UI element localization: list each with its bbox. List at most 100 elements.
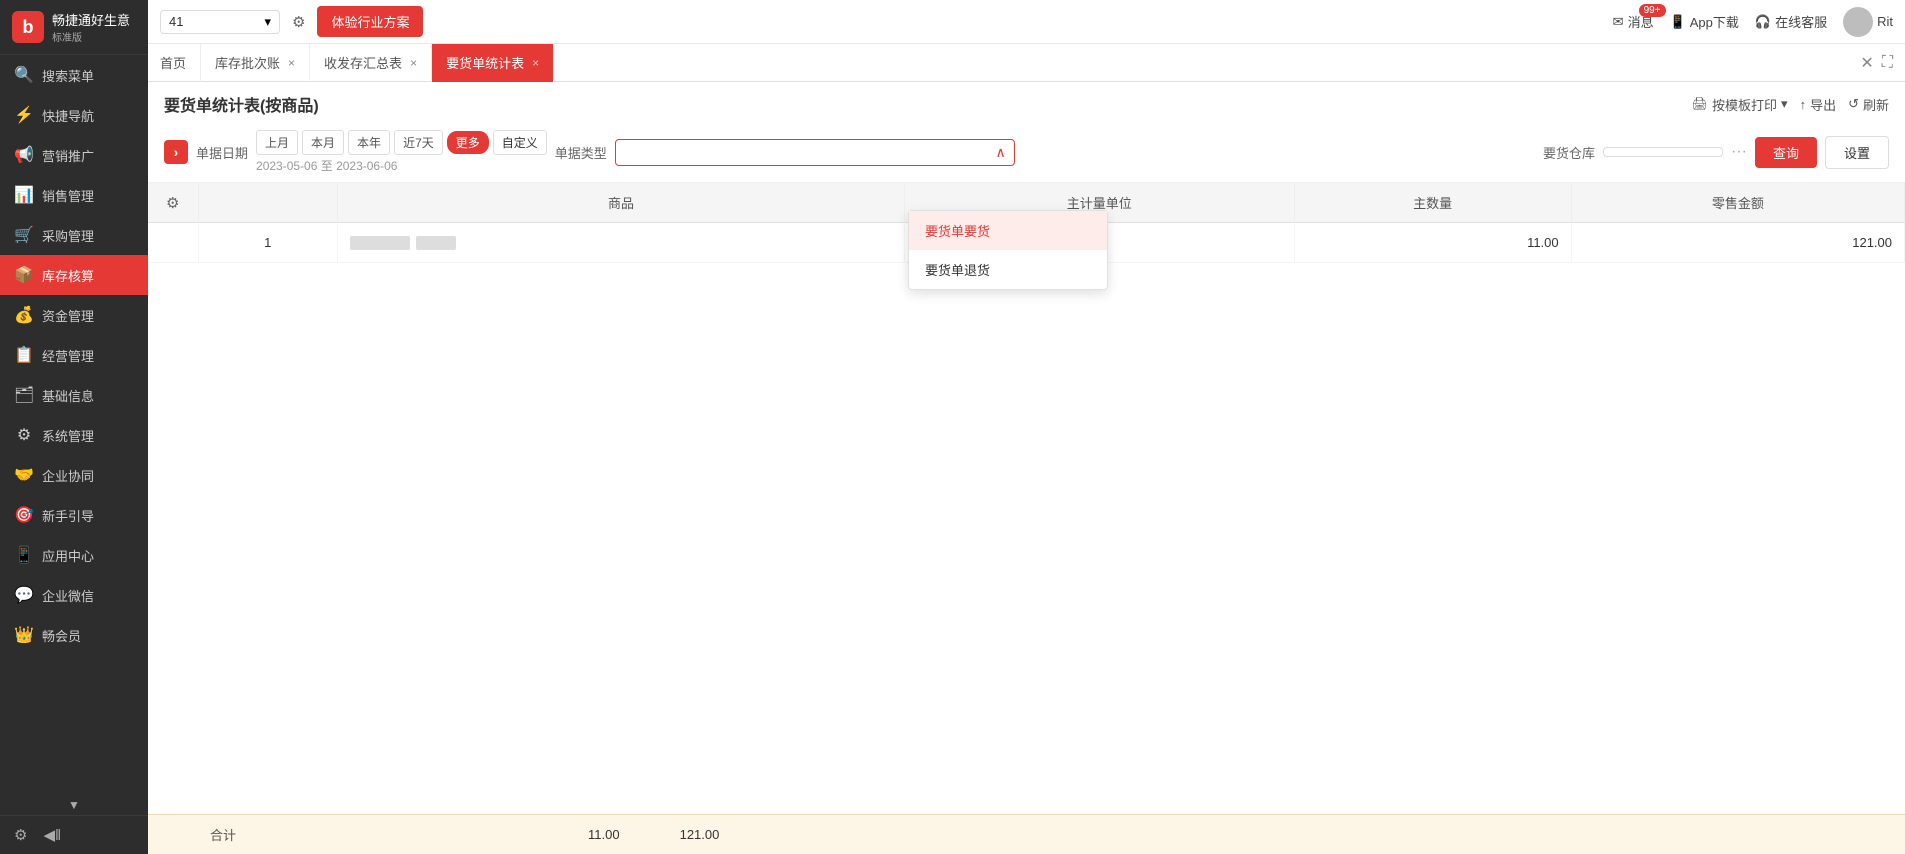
main-area: 41 ▾ ⚙ 体验行业方案 ✉ 消息 99+ 📱 App下载 🎧 在线客服 Ri…: [148, 0, 1905, 854]
app-download-btn[interactable]: 📱 App下载: [1670, 12, 1739, 31]
sidebar-item-wechat[interactable]: 💬企业微信: [0, 575, 148, 615]
sidebar-icon-appcenter: 📱: [14, 545, 34, 565]
cell-settings-0: [148, 223, 198, 263]
logo-icon: b: [12, 11, 44, 43]
tab-close-receivable-summary[interactable]: ×: [410, 56, 417, 70]
sidebar-item-basicinfo[interactable]: 🗂 基础信息: [0, 375, 148, 415]
more-dates-btn[interactable]: 更多: [447, 131, 489, 154]
page-title: 要货单统计表(按商品): [164, 92, 319, 116]
tab-expand-icon[interactable]: ⛶: [1882, 54, 1893, 72]
sidebar-label-wechat: 企业微信: [42, 586, 94, 605]
dropdown-option-requisition-order[interactable]: 要货单要货: [909, 211, 1107, 250]
sidebar-label-cooperation: 企业协同: [42, 466, 94, 485]
sidebar-item-finance[interactable]: 💰资金管理: [0, 295, 148, 335]
sidebar-label-basicinfo: 基础信息: [42, 386, 94, 405]
sidebar-label-sales: 销售管理: [42, 186, 94, 205]
warehouse-more-icon[interactable]: ···: [1731, 143, 1747, 161]
sidebar-icon-basicinfo: 🗂: [14, 385, 34, 405]
sidebar-icon-system: ⚙: [14, 425, 34, 445]
tenant-value: 41: [169, 14, 260, 29]
tab-home[interactable]: 首页: [160, 44, 201, 82]
col-settings[interactable]: ⚙: [148, 183, 198, 223]
date-range-text: 2023-05-06 至 2023-06-06: [256, 157, 547, 174]
sidebar-item-cooperation[interactable]: 🤝 企业协同: [0, 455, 148, 495]
sidebar-scroll-down[interactable]: ▼: [68, 798, 80, 812]
export-icon: ↑: [1800, 97, 1807, 112]
app-download-label: App下载: [1690, 12, 1739, 31]
filter-bar: › 单据日期 上月 本月 本年 近7天 更多 自定义 2023-05-06 至 …: [148, 122, 1905, 183]
sidebar-item-search[interactable]: 🔍搜索菜单: [0, 55, 148, 95]
app-download-icon: 📱: [1670, 14, 1686, 30]
topbar-gear-icon[interactable]: ⚙: [288, 9, 309, 35]
type-filter-select[interactable]: ∧: [615, 139, 1015, 166]
table-settings-gear-icon[interactable]: ⚙: [166, 195, 179, 212]
query-btn[interactable]: 查询: [1755, 137, 1817, 168]
this-year-btn[interactable]: 本年: [348, 130, 390, 155]
online-service-btn[interactable]: 🎧 在线客服: [1755, 12, 1827, 31]
dropdown-option-requisition-return[interactable]: 要货单退货: [909, 250, 1107, 289]
sidebar-collapse-icon[interactable]: ◀‖: [43, 826, 61, 844]
filter-toggle-btn[interactable]: ›: [164, 140, 188, 164]
tab-close-inventory-batch[interactable]: ×: [288, 56, 295, 70]
custom-date-btn[interactable]: 自定义: [493, 130, 547, 155]
tab-inventory-batch[interactable]: 库存批次账 ×: [201, 44, 310, 82]
sidebar-icon-sales: 📊: [14, 185, 34, 205]
sidebar-label-finance: 资金管理: [42, 306, 94, 325]
date-filter-label: 单据日期: [196, 143, 248, 162]
user-avatar: [1843, 7, 1873, 37]
tab-close-requisition-stats[interactable]: ×: [532, 56, 539, 70]
tab-receivable-summary[interactable]: 收发存汇总表 ×: [310, 44, 432, 82]
tabbar-actions: ✕ ⛶: [1860, 53, 1893, 73]
logo-text: 畅捷通好生意 标准版: [52, 10, 130, 44]
col-product: 商品: [338, 183, 905, 223]
sidebar-icon-cooperation: 🤝: [14, 465, 34, 485]
sidebar-label-inventory: 库存核算: [42, 266, 94, 285]
warehouse-filter-input[interactable]: [1603, 147, 1723, 157]
sidebar-item-inventory[interactable]: 📦库存核算: [0, 255, 148, 295]
refresh-icon: ↺: [1848, 96, 1859, 112]
date-range-row: 上月 本月 本年 近7天 更多 自定义 2023-05-06 至 2023-06…: [256, 130, 547, 174]
online-service-label: 在线客服: [1775, 12, 1827, 31]
last7days-btn[interactable]: 近7天: [394, 130, 443, 155]
refresh-label: 刷新: [1863, 95, 1889, 114]
sidebar-item-purchase[interactable]: 🛒采购管理: [0, 215, 148, 255]
tab-requisition-stats[interactable]: 要货单统计表 ×: [432, 44, 554, 82]
filter-settings-btn[interactable]: 设置: [1825, 136, 1889, 169]
cell-qty-0: 11.00: [1294, 223, 1571, 263]
sidebar-item-shortcut[interactable]: ⚡快捷导航: [0, 95, 148, 135]
sidebar-icon-member: 👑: [14, 625, 34, 645]
export-btn[interactable]: ↑ 导出: [1800, 95, 1837, 114]
sidebar-icon-operations: 📋: [14, 345, 34, 365]
sidebar-item-appcenter[interactable]: 📱 应用中心: [0, 535, 148, 575]
tenant-selector[interactable]: 41 ▾: [160, 10, 280, 34]
sidebar-item-operations[interactable]: 📋经营管理: [0, 335, 148, 375]
tab-label-requisition-stats: 要货单统计表: [446, 53, 524, 72]
cell-amount-0: 121.00: [1571, 223, 1904, 263]
this-month-btn[interactable]: 本月: [302, 130, 344, 155]
prev-month-btn[interactable]: 上月: [256, 130, 298, 155]
sidebar-label-purchase: 采购管理: [42, 226, 94, 245]
user-menu[interactable]: Rit: [1843, 7, 1893, 37]
print-btn[interactable]: 🖨 按模板打印 ▾: [1692, 95, 1788, 114]
sidebar-item-marketing[interactable]: 📢营销推广: [0, 135, 148, 175]
sidebar-item-member[interactable]: 👑畅会员: [0, 615, 148, 655]
message-icon: ✉: [1613, 14, 1624, 30]
sidebar-item-system[interactable]: ⚙系统管理: [0, 415, 148, 455]
sidebar-item-sales[interactable]: 📊 销售管理: [0, 175, 148, 215]
table-footer: 合计 11.00 121.00: [148, 814, 1905, 854]
sidebar-label-appcenter: 应用中心: [42, 546, 94, 565]
refresh-btn[interactable]: ↺ 刷新: [1848, 95, 1889, 114]
tab-label-inventory-batch: 库存批次账: [215, 53, 280, 72]
sidebar-settings-icon[interactable]: ⚙: [14, 826, 27, 844]
trial-btn[interactable]: 体验行业方案: [317, 6, 423, 37]
logo-area: b 畅捷通好生意 标准版: [0, 0, 148, 55]
topbar-right: ✉ 消息 99+ 📱 App下载 🎧 在线客服 Rit: [1613, 7, 1893, 37]
tab-label-receivable-summary: 收发存汇总表: [324, 53, 402, 72]
sidebar-icon-search: 🔍: [14, 65, 34, 85]
tab-close-window-icon[interactable]: ✕: [1860, 53, 1873, 73]
sidebar-label-shortcut: 快捷导航: [42, 106, 94, 125]
sidebar-item-guide[interactable]: 🎯新手引导: [0, 495, 148, 535]
date-filter-group: 单据日期 上月 本月 本年 近7天 更多 自定义 2023-05-06 至 20…: [196, 130, 547, 174]
topbar: 41 ▾ ⚙ 体验行业方案 ✉ 消息 99+ 📱 App下载 🎧 在线客服 Ri…: [148, 0, 1905, 44]
messages-btn[interactable]: ✉ 消息 99+: [1613, 12, 1654, 31]
